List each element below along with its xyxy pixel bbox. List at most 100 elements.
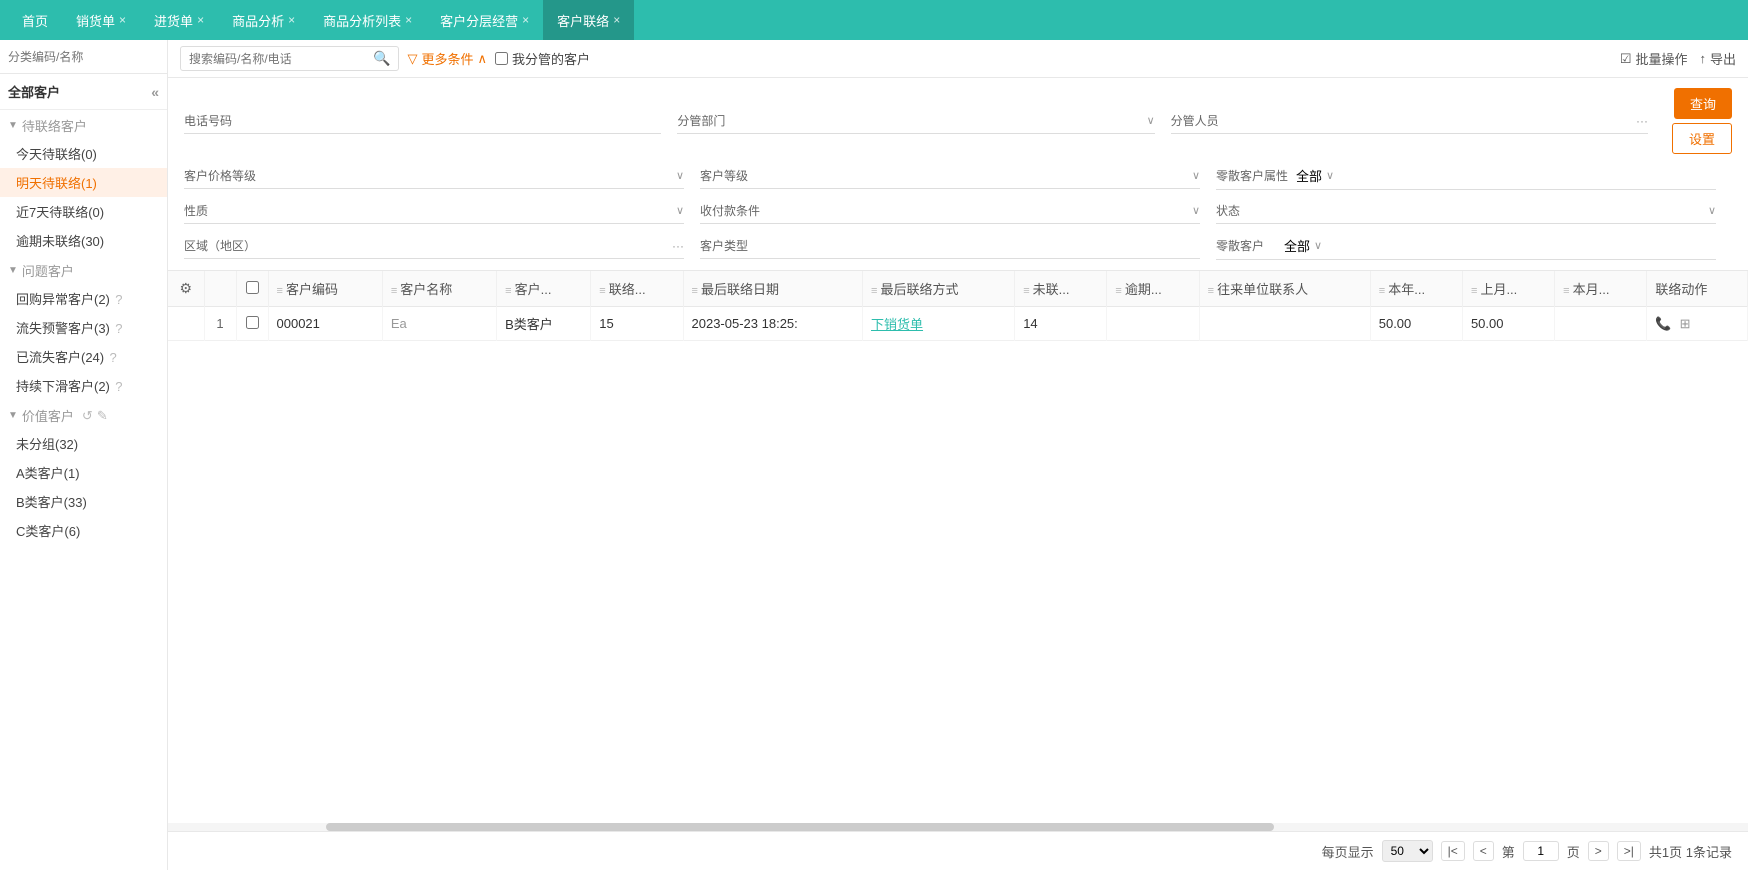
sidebar-problem-section: ▼ 问题客户 <box>0 255 167 284</box>
prev-page-button[interactable]: < <box>1473 841 1494 861</box>
sidebar-collapse-icon[interactable]: « <box>151 84 159 100</box>
sidebar-item-tomorrow-label: 明天待联络(1) <box>16 176 97 191</box>
refresh-icon[interactable]: ↺ <box>82 408 93 424</box>
payment-dropdown-icon[interactable]: ∨ <box>1192 204 1200 217</box>
search-icon[interactable]: 🔍 <box>373 50 390 67</box>
query-button[interactable]: 查询 <box>1674 88 1732 119</box>
pending-arrow-icon: ▼ <box>8 120 18 131</box>
nav-customer-contact-close[interactable]: × <box>613 13 620 27</box>
status-dropdown-icon[interactable]: ∨ <box>1708 204 1716 217</box>
th-last-contact-method[interactable]: 最后联络方式 <box>863 271 1015 307</box>
retail-attr-dropdown-icon[interactable]: ∨ <box>1326 169 1334 182</box>
row-customer-type: B类客户 <box>497 307 591 341</box>
customer-level-dropdown-icon[interactable]: ∨ <box>1192 169 1200 182</box>
batch-op-label: 批量操作 <box>1635 49 1687 68</box>
price-level-dropdown-icon[interactable]: ∨ <box>676 169 684 182</box>
contact-method-link[interactable]: 下销货单 <box>871 317 923 332</box>
th-this-year[interactable]: 本年... <box>1370 271 1462 307</box>
sidebar-item-c-class[interactable]: C类客户(6) <box>0 516 167 545</box>
horizontal-scrollbar[interactable] <box>168 823 1748 831</box>
nav-customer-contact[interactable]: 客户联络 × <box>543 0 634 40</box>
sidebar-item-a-class[interactable]: A类客户(1) <box>0 458 167 487</box>
th-name[interactable]: 客户名称 <box>382 271 496 307</box>
sidebar-item-repurchase[interactable]: 回购异常客户(2) ? <box>0 284 167 313</box>
nav-analysis-list[interactable]: 商品分析列表 × <box>309 0 426 40</box>
filter-retail-value: 全部 <box>1284 236 1310 255</box>
filter-price-level-label: 客户价格等级 <box>184 167 256 184</box>
scrollbar-thumb[interactable] <box>326 823 1274 831</box>
sidebar-item-week[interactable]: 近7天待联络(0) <box>0 197 167 226</box>
sidebar-item-lost[interactable]: 已流失客户(24) ? <box>0 342 167 371</box>
th-last-month[interactable]: 上月... <box>1462 271 1554 307</box>
help-icon-repurchase: ? <box>115 292 122 307</box>
page-size-select[interactable]: 50 100 200 <box>1382 840 1433 862</box>
sidebar-item-loss-warning[interactable]: 流失预警客户(3) ? <box>0 313 167 342</box>
sidebar-item-overdue[interactable]: 逾期未联络(30) <box>0 226 167 255</box>
nav-home-label: 首页 <box>22 11 48 30</box>
nav-customer-tier-close[interactable]: × <box>522 13 529 27</box>
edit-icon[interactable]: ✎ <box>97 408 108 424</box>
filter-price-level: 客户价格等级 ∨ <box>184 163 684 189</box>
filter-payment-label: 收付款条件 <box>700 202 760 219</box>
nav-purchase-close[interactable]: × <box>197 13 204 27</box>
footer: 每页显示 50 100 200 |< < 第 页 > >| 共1页 1条记录 <box>168 831 1748 870</box>
more-filter-button[interactable]: ▽ 更多条件 ∧ <box>407 49 487 68</box>
nav-customer-tier[interactable]: 客户分层经营 × <box>426 0 543 40</box>
first-page-button[interactable]: |< <box>1441 841 1465 861</box>
nav-purchase[interactable]: 进货单 × <box>140 0 218 40</box>
value-section-label: 价值客户 <box>22 406 74 425</box>
set-button[interactable]: 设置 <box>1672 123 1732 154</box>
nav-sales[interactable]: 销货单 × <box>62 0 140 40</box>
last-page-button[interactable]: >| <box>1617 841 1641 861</box>
row-check[interactable] <box>236 307 268 341</box>
nav-home[interactable]: 首页 <box>8 0 62 40</box>
sidebar-item-a-class-label: A类客户(1) <box>16 466 80 481</box>
problem-section-label: 问题客户 <box>22 261 74 280</box>
sidebar-all-customers-label: 全部客户 <box>8 82 60 101</box>
next-page-button[interactable]: > <box>1588 841 1609 861</box>
th-last-contact-date[interactable]: 最后联络日期 <box>683 271 863 307</box>
th-company-contact[interactable]: 往来单位联系人 <box>1199 271 1370 307</box>
th-code[interactable]: 客户编码 <box>268 271 382 307</box>
sidebar-value-section: ▼ 价值客户 ↺ ✎ <box>0 400 167 429</box>
sidebar-search-input[interactable] <box>8 50 163 64</box>
action-grid-icon[interactable]: ⊞ <box>1680 316 1691 332</box>
th-this-month[interactable]: 本月... <box>1555 271 1647 307</box>
sidebar-item-b-class[interactable]: B类客户(33) <box>0 487 167 516</box>
export-button[interactable]: ↑ 导出 <box>1699 49 1736 68</box>
sidebar-item-today[interactable]: 今天待联络(0) <box>0 139 167 168</box>
sidebar-item-ungrouped[interactable]: 未分组(32) <box>0 429 167 458</box>
page-number-input[interactable] <box>1523 841 1559 861</box>
search-input[interactable] <box>189 52 369 66</box>
dept-dropdown-icon[interactable]: ∨ <box>1147 114 1155 127</box>
my-customers-checkbox[interactable] <box>495 52 508 65</box>
sidebar-item-tomorrow[interactable]: 明天待联络(1) <box>0 168 167 197</box>
sidebar-item-week-label: 近7天待联络(0) <box>16 205 104 220</box>
region-dots-icon[interactable]: ··· <box>672 239 684 253</box>
row-checkbox[interactable] <box>246 316 259 329</box>
select-all-checkbox[interactable] <box>246 281 259 294</box>
settings-icon[interactable]: ⚙ <box>179 280 192 296</box>
person-dots-icon[interactable]: ··· <box>1636 114 1648 128</box>
action-phone-icon[interactable]: 📞 <box>1655 316 1671 332</box>
row-last-contact-method[interactable]: 下销货单 <box>863 307 1015 341</box>
row-name: Ea <box>382 307 496 341</box>
nav-sales-close[interactable]: × <box>119 13 126 27</box>
batch-op-button[interactable]: ☑ 批量操作 <box>1620 49 1688 68</box>
row-uncontacted: 14 <box>1015 307 1107 341</box>
nav-analysis[interactable]: 商品分析 × <box>218 0 309 40</box>
th-customer-type[interactable]: 客户... <box>497 271 591 307</box>
th-check <box>236 271 268 307</box>
sidebar-item-continuous-down[interactable]: 持续下滑客户(2) ? <box>0 371 167 400</box>
my-customers-checkbox-label[interactable]: 我分管的客户 <box>495 49 590 68</box>
retail-dropdown-icon[interactable]: ∨ <box>1314 239 1322 252</box>
th-uncontacted[interactable]: 未联... <box>1015 271 1107 307</box>
sidebar-item-ungrouped-label: 未分组(32) <box>16 437 78 452</box>
th-overdue[interactable]: 逾期... <box>1107 271 1199 307</box>
row-code: 000021 <box>268 307 382 341</box>
nav-analysis-list-close[interactable]: × <box>405 13 412 27</box>
th-contact[interactable]: 联络... <box>591 271 683 307</box>
nature-dropdown-icon[interactable]: ∨ <box>676 204 684 217</box>
nav-analysis-close[interactable]: × <box>288 13 295 27</box>
filter-row-4: 区域（地区） ··· 客户类型 零散客户 全部 ∨ <box>184 232 1732 260</box>
